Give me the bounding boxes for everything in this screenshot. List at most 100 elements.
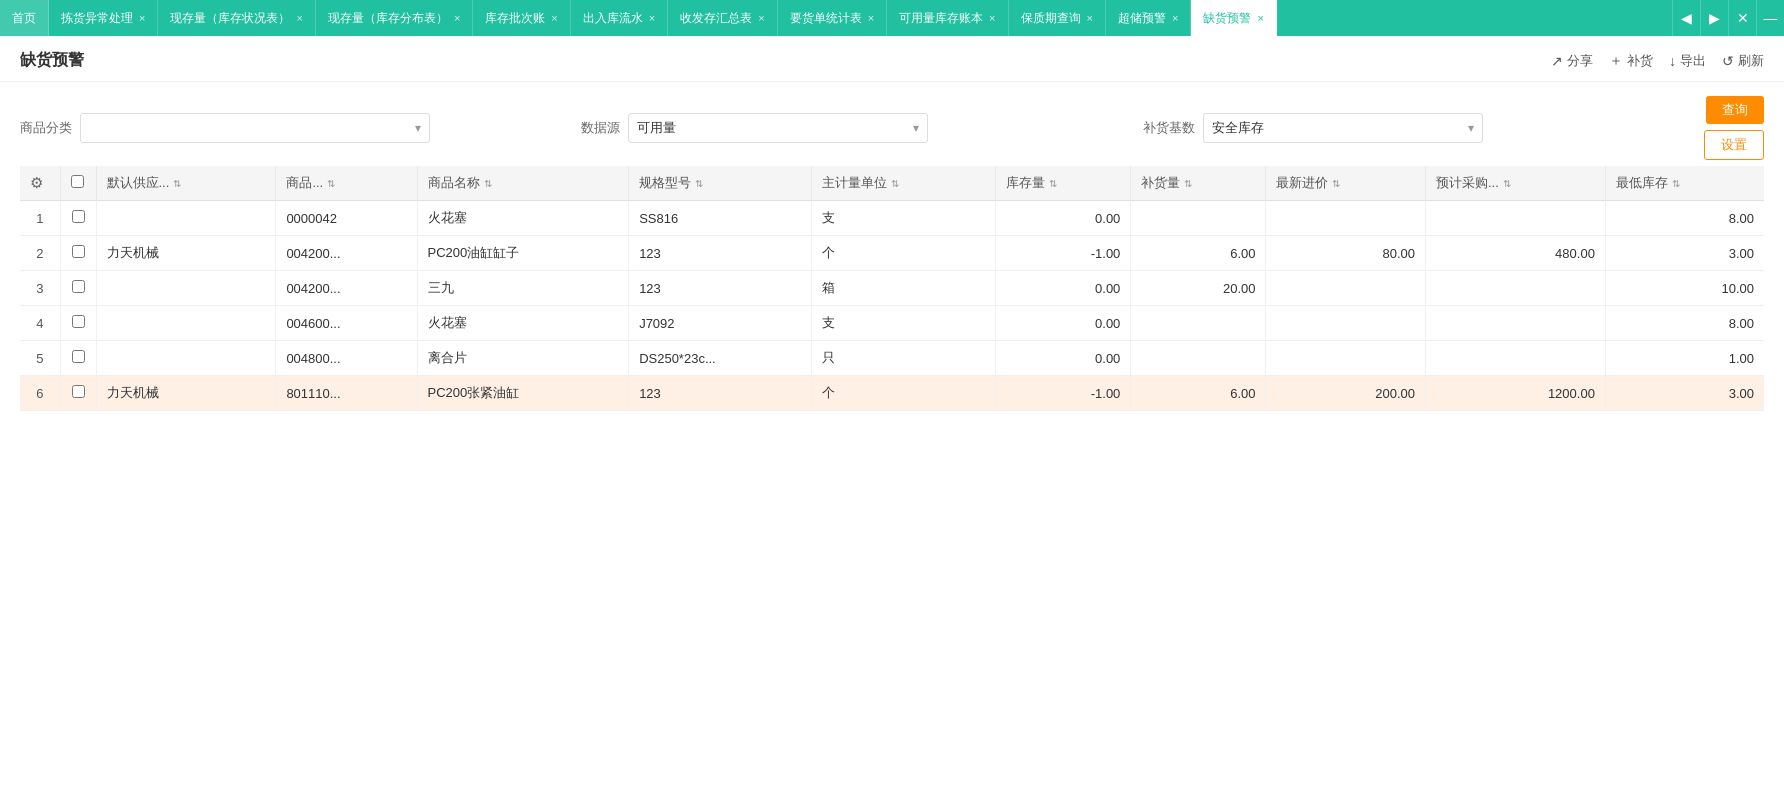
row-supplier-0: [96, 201, 276, 236]
tab-shortage[interactable]: 缺货预警 ×: [1191, 0, 1276, 36]
sort-icon-est-purchase: ⇅: [1503, 178, 1511, 189]
select-all-checkbox[interactable]: [71, 175, 84, 188]
export-button[interactable]: ↓ 导出: [1669, 52, 1706, 70]
filter-category-select-wrapper: [80, 113, 430, 143]
tab-inventory-status-close[interactable]: ×: [296, 12, 302, 24]
sort-icon-replenish: ⇅: [1184, 178, 1192, 189]
tab-recv-summary[interactable]: 收发存汇总表 ×: [668, 0, 777, 36]
row-inventory-1: -1.00: [996, 236, 1131, 271]
sort-icon-spec: ⇅: [695, 178, 703, 189]
query-button[interactable]: 查询: [1706, 96, 1764, 124]
tab-inout-flow-close[interactable]: ×: [649, 12, 655, 24]
tab-shortage-close[interactable]: ×: [1257, 12, 1263, 24]
row-checkbox-1[interactable]: [72, 245, 85, 258]
settings-button[interactable]: 设置: [1704, 130, 1764, 160]
tab-overstock-close[interactable]: ×: [1172, 12, 1178, 24]
tab-inventory-dist[interactable]: 现存量（库存分布表） ×: [316, 0, 473, 36]
row-name-5: PC200张紧油缸: [417, 376, 629, 411]
row-unit-1: 个: [812, 236, 996, 271]
th-min-inventory-label: 最低库存: [1616, 174, 1668, 192]
row-spec-3: J7092: [629, 306, 812, 341]
th-product-code-sort[interactable]: 商品... ⇅: [286, 174, 406, 192]
tab-abnormal-close[interactable]: ×: [139, 12, 145, 24]
th-default-supplier-sort[interactable]: 默认供应... ⇅: [107, 174, 266, 192]
tab-expiry-query-close[interactable]: ×: [1087, 12, 1093, 24]
tab-inout-flow-label: 出入库流水: [583, 10, 643, 27]
th-replenish-qty-sort[interactable]: 补货量 ⇅: [1141, 174, 1255, 192]
table-container: ⚙ 默认供应... ⇅ 商品... ⇅: [0, 166, 1784, 411]
sort-icon-unit: ⇅: [891, 178, 899, 189]
row-unit-4: 只: [812, 341, 996, 376]
filter-datasource-group: 数据源 可用量: [581, 113, 1122, 143]
refresh-button[interactable]: ↺ 刷新: [1722, 52, 1764, 70]
row-checkbox-3[interactable]: [72, 315, 85, 328]
row-spec-1: 123: [629, 236, 812, 271]
th-spec-sort[interactable]: 规格型号 ⇅: [639, 174, 801, 192]
tab-expiry-query[interactable]: 保质期查询 ×: [1009, 0, 1106, 36]
tab-inout-flow[interactable]: 出入库流水 ×: [571, 0, 668, 36]
filter-category-select[interactable]: [80, 113, 430, 143]
tab-prev-button[interactable]: ◀: [1672, 0, 1700, 36]
th-min-inventory: 最低库存 ⇅: [1605, 166, 1764, 201]
tab-recv-summary-close[interactable]: ×: [758, 12, 764, 24]
th-latest-price: 最新进价 ⇅: [1266, 166, 1426, 201]
row-spec-0: SS816: [629, 201, 812, 236]
tab-inventory-status[interactable]: 现存量（库存状况表） ×: [158, 0, 315, 36]
row-spec-2: 123: [629, 271, 812, 306]
filter-replenish-base-select[interactable]: 安全库存: [1203, 113, 1483, 143]
row-checkbox-5[interactable]: [72, 385, 85, 398]
th-inventory-sort[interactable]: 库存量 ⇅: [1006, 174, 1120, 192]
th-default-supplier: 默认供应... ⇅: [96, 166, 276, 201]
row-replenish-qty-0: [1131, 201, 1266, 236]
row-checkbox-0[interactable]: [72, 210, 85, 223]
tab-next-button[interactable]: ▶: [1700, 0, 1728, 36]
row-unit-3: 支: [812, 306, 996, 341]
filter-replenish-base-value: 安全库存: [1212, 119, 1264, 137]
share-button[interactable]: ↗ 分享: [1551, 52, 1593, 70]
tab-available-ledger-label: 可用量库存账本: [899, 10, 983, 27]
tab-order-stats-close[interactable]: ×: [868, 12, 874, 24]
header-actions: ↗ 分享 ＋ 补货 ↓ 导出 ↺ 刷新: [1551, 52, 1764, 70]
th-unit-sort[interactable]: 主计量单位 ⇅: [822, 174, 985, 192]
tab-abnormal-label: 拣货异常处理: [61, 10, 133, 27]
tab-shortage-label: 缺货预警: [1203, 10, 1251, 27]
tab-bar: 首页 拣货异常处理 × 现存量（库存状况表） × 现存量（库存分布表） × 库存…: [0, 0, 1784, 36]
tab-batch-account-close[interactable]: ×: [551, 12, 557, 24]
row-checkbox-2[interactable]: [72, 280, 85, 293]
row-checkbox-4[interactable]: [72, 350, 85, 363]
row-checkbox-cell-0: [60, 201, 96, 236]
th-est-purchase-sort[interactable]: 预计采购... ⇅: [1436, 174, 1595, 192]
tab-available-ledger-close[interactable]: ×: [989, 12, 995, 24]
th-latest-price-sort[interactable]: 最新进价 ⇅: [1276, 174, 1415, 192]
th-inventory: 库存量 ⇅: [996, 166, 1131, 201]
row-spec-5: 123: [629, 376, 812, 411]
tab-overstock-label: 超储预警: [1118, 10, 1166, 27]
th-min-inventory-sort[interactable]: 最低库存 ⇅: [1616, 174, 1754, 192]
replenish-button[interactable]: ＋ 补货: [1609, 52, 1653, 70]
tab-minimize-button[interactable]: —: [1756, 0, 1784, 36]
th-unit: 主计量单位 ⇅: [812, 166, 996, 201]
tab-available-ledger[interactable]: 可用量库存账本 ×: [887, 0, 1008, 36]
row-inventory-2: 0.00: [996, 271, 1131, 306]
tab-close-all-button[interactable]: ✕: [1728, 0, 1756, 36]
tab-order-stats[interactable]: 要货单统计表 ×: [778, 0, 887, 36]
th-product-name-sort[interactable]: 商品名称 ⇅: [428, 174, 619, 192]
table-row: 2 力天机械 004200... PC200油缸缸子 123 个 -1.00 6…: [20, 236, 1764, 271]
row-est-purchase-5: 1200.00: [1426, 376, 1606, 411]
row-code-5: 801110...: [276, 376, 417, 411]
tab-batch-account[interactable]: 库存批次账 ×: [473, 0, 570, 36]
tab-home[interactable]: 首页: [0, 0, 49, 36]
tab-overstock[interactable]: 超储预警 ×: [1106, 0, 1191, 36]
gear-icon[interactable]: ⚙: [30, 174, 43, 191]
tab-inventory-dist-close[interactable]: ×: [454, 12, 460, 24]
tab-abnormal[interactable]: 拣货异常处理 ×: [49, 0, 158, 36]
row-settings-cell-3: 4: [20, 306, 60, 341]
row-checkbox-cell-1: [60, 236, 96, 271]
page-title: 缺货预警: [20, 50, 84, 71]
sort-icon-price: ⇅: [1332, 178, 1340, 189]
th-settings: ⚙: [20, 166, 60, 201]
filter-datasource-select[interactable]: 可用量: [628, 113, 928, 143]
row-min-inventory-3: 8.00: [1605, 306, 1764, 341]
row-settings-cell-5: 6: [20, 376, 60, 411]
row-name-2: 三九: [417, 271, 629, 306]
